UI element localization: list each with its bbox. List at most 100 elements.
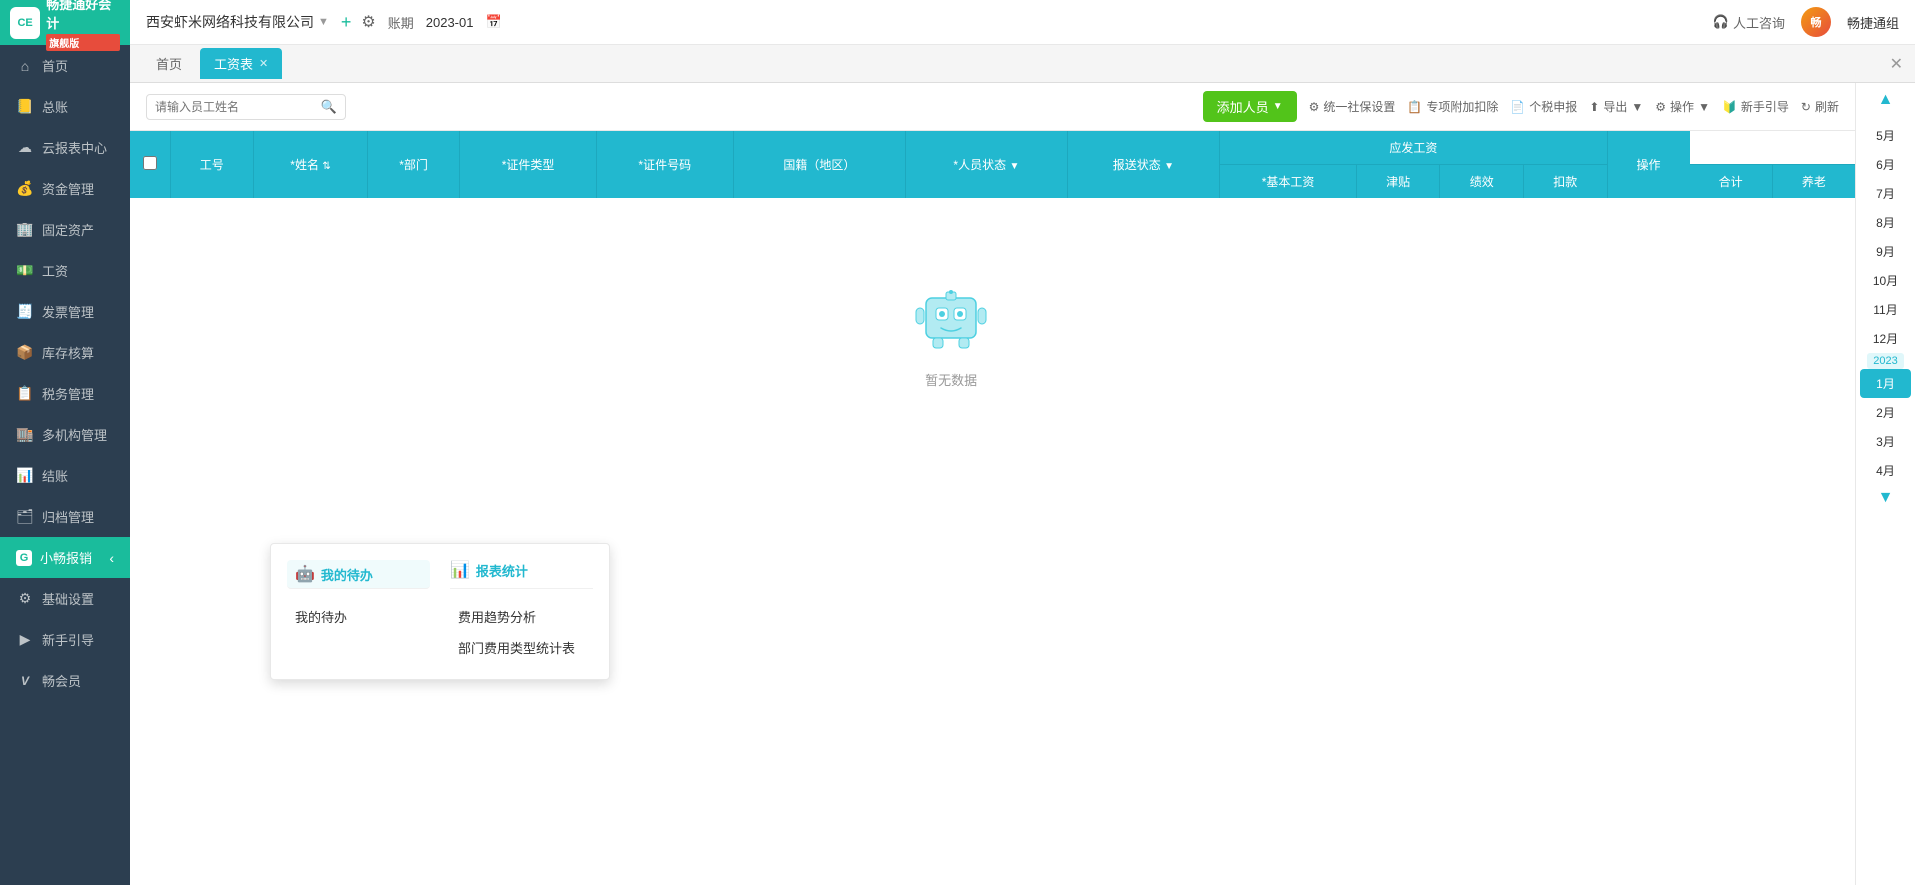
sidebar-item-basic-settings[interactable]: ⚙ 基础设置 xyxy=(0,578,130,619)
tab-salary-label: 工资表 xyxy=(214,54,253,73)
export-action[interactable]: ⬆ 导出 ▼ xyxy=(1589,98,1643,115)
invoice-icon: 🧾 xyxy=(16,303,34,320)
special-deduction-action[interactable]: 📋 专项附加扣除 xyxy=(1407,98,1498,115)
month-item-7[interactable]: 7月 xyxy=(1856,179,1915,208)
month-item-4[interactable]: 4月 xyxy=(1856,456,1915,485)
dropdown-col-reports-label: 报表统计 xyxy=(476,561,528,580)
social-icon: ⚙ xyxy=(1309,100,1320,114)
month-item-9[interactable]: 9月 xyxy=(1856,237,1915,266)
th-id-type: *证件类型 xyxy=(460,131,597,198)
year-2022-label xyxy=(1882,113,1890,121)
th-base-wage: *基本工资 xyxy=(1220,165,1357,199)
tax-icon: 📄 xyxy=(1510,100,1525,114)
topbar-actions: + ⚙ xyxy=(341,12,376,33)
fund-icon: 💰 xyxy=(16,180,34,197)
guide-action[interactable]: 🔰 新手引导 xyxy=(1722,98,1789,115)
tab-home[interactable]: 首页 xyxy=(142,48,196,79)
add-person-dropdown-icon: ▼ xyxy=(1273,101,1283,112)
month-nav-up[interactable]: ▲ xyxy=(1874,87,1898,113)
calendar-icon[interactable]: 📅 xyxy=(485,14,501,30)
sidebar-item-salary[interactable]: 💵 工资 xyxy=(0,250,130,291)
dropdown-col-todo-label: 我的待办 xyxy=(321,565,373,584)
sidebar-item-multi-org[interactable]: 🏬 多机构管理 xyxy=(0,414,130,455)
th-operation-header: 操作 xyxy=(1607,131,1690,198)
sidebar-item-tax[interactable]: 📋 税务管理 xyxy=(0,373,130,414)
sidebar-item-label: 结账 xyxy=(42,466,68,485)
search-icon: 🔍 xyxy=(321,99,337,115)
table-container: 工号 *姓名 ⇅ *部门 *证件类型 *证件号码 国籍（地区） *人员状态 ▼ … xyxy=(130,131,1855,885)
sidebar-item-home[interactable]: ⌂ 首页 xyxy=(0,45,130,86)
sidebar-item-inventory[interactable]: 📦 库存核算 xyxy=(0,332,130,373)
tab-salary[interactable]: 工资表 ✕ xyxy=(200,48,282,79)
operation-label: 操作 xyxy=(1670,98,1694,115)
dropdown-col-todo: 🤖 我的待办 我的待办 xyxy=(287,560,430,663)
sidebar-item-ledger[interactable]: 📒 总账 xyxy=(0,86,130,127)
xiaochang-icon: G xyxy=(16,550,32,566)
refresh-icon: ↻ xyxy=(1801,100,1811,114)
service-button[interactable]: 🎧 人工咨询 xyxy=(1713,13,1785,32)
close-all-icon[interactable]: ✕ xyxy=(1890,56,1903,73)
tax-report-action[interactable]: 📄 个税申报 xyxy=(1510,98,1577,115)
dept-expense-label: 部门费用类型统计表 xyxy=(458,641,575,656)
month-item-3[interactable]: 3月 xyxy=(1856,427,1915,456)
sidebar-item-invoice[interactable]: 🧾 发票管理 xyxy=(0,291,130,332)
th-report-status: 报送状态 ▼ xyxy=(1067,131,1220,198)
tab-close-icon[interactable]: ✕ xyxy=(259,57,268,70)
dropdown-item-expense-trend[interactable]: 费用趋势分析 xyxy=(450,601,593,632)
sidebar-item-label: 基础设置 xyxy=(42,589,94,608)
add-person-button[interactable]: 添加人员 ▼ xyxy=(1203,91,1297,122)
month-item-2[interactable]: 2月 xyxy=(1856,398,1915,427)
social-security-action[interactable]: ⚙ 统一社保设置 xyxy=(1309,98,1396,115)
content-wrapper: 🔍 添加人员 ▼ ⚙ 统一社保设置 📋 专项附加扣除 xyxy=(130,83,1915,885)
month-nav-down[interactable]: ▼ xyxy=(1874,485,1898,511)
refresh-action[interactable]: ↻ 刷新 xyxy=(1801,98,1839,115)
month-panel: ▲ 5月 6月 7月 8月 9月 10月 11月 12月 2023 1月 2月 … xyxy=(1855,83,1915,885)
sidebar-item-settlement[interactable]: 📊 结账 xyxy=(0,455,130,496)
period-label: 账期 xyxy=(388,13,414,32)
sidebar-item-label: 小畅报销 xyxy=(40,548,92,567)
dropdown-item-dept-expense[interactable]: 部门费用类型统计表 xyxy=(450,632,593,663)
dropdown-item-mytodo[interactable]: 我的待办 xyxy=(287,601,430,632)
sidebar-item-xiaochang[interactable]: G 小畅报销 ‹ xyxy=(0,537,130,578)
sidebar-item-label: 新手引导 xyxy=(42,630,94,649)
month-item-8[interactable]: 8月 xyxy=(1856,208,1915,237)
dropdown-col-todo-header[interactable]: 🤖 我的待办 xyxy=(287,560,430,589)
sidebar-item-cloud-report[interactable]: ☁ 云报表中心 xyxy=(0,127,130,168)
month-item-1-active[interactable]: 1月 xyxy=(1860,369,1911,398)
user-name[interactable]: 畅捷通组 xyxy=(1847,13,1899,32)
guide-icon: 🔰 xyxy=(1722,100,1737,114)
empty-illustration xyxy=(911,278,991,358)
company-chevron-icon: ▼ xyxy=(318,16,329,28)
dropdown-col-reports-header[interactable]: 📊 报表统计 xyxy=(450,560,593,589)
dropdown-col-reports: 📊 报表统计 费用趋势分析 部门费用类型统计表 xyxy=(450,560,593,663)
add-person-label: 添加人员 xyxy=(1217,97,1269,116)
sidebar-item-fixed-assets[interactable]: 🏢 固定资产 xyxy=(0,209,130,250)
member-icon: V xyxy=(16,674,34,688)
empty-state: 暂无数据 xyxy=(130,198,1772,469)
mytodo-label: 我的待办 xyxy=(295,610,347,625)
add-company-icon[interactable]: + xyxy=(341,12,352,33)
month-item-5[interactable]: 5月 xyxy=(1856,121,1915,150)
month-item-10[interactable]: 10月 xyxy=(1856,266,1915,295)
company-name-text: 西安虾米网络科技有限公司 xyxy=(146,12,314,32)
month-item-6[interactable]: 6月 xyxy=(1856,150,1915,179)
inventory-icon: 📦 xyxy=(16,344,34,361)
company-selector[interactable]: 西安虾米网络科技有限公司 ▼ xyxy=(146,12,329,32)
select-all-checkbox[interactable] xyxy=(143,156,157,170)
month-item-11[interactable]: 11月 xyxy=(1856,295,1915,324)
sidebar-item-new-guide[interactable]: ▶ 新手引导 xyxy=(0,619,130,660)
sidebar-item-member[interactable]: V 畅会员 xyxy=(0,660,130,701)
th-id-number: *证件号码 xyxy=(596,131,733,198)
sidebar-item-archive[interactable]: 🗂 归档管理 xyxy=(0,496,130,537)
period-value: 2023-01 xyxy=(426,15,474,30)
th-total: 合计 xyxy=(1690,165,1773,199)
export-label: 导出 xyxy=(1603,98,1627,115)
sidebar-item-label: 畅会员 xyxy=(42,671,81,690)
logo-text-wrapper: 畅捷通好会计 旗舰版 xyxy=(46,0,120,51)
th-checkbox[interactable] xyxy=(130,131,170,198)
search-input[interactable] xyxy=(155,100,317,114)
month-item-12[interactable]: 12月 xyxy=(1856,324,1915,353)
settings-icon[interactable]: ⚙ xyxy=(361,12,375,32)
operation-action[interactable]: ⚙ 操作 ▼ xyxy=(1655,98,1710,115)
sidebar-item-fund[interactable]: 💰 资金管理 xyxy=(0,168,130,209)
